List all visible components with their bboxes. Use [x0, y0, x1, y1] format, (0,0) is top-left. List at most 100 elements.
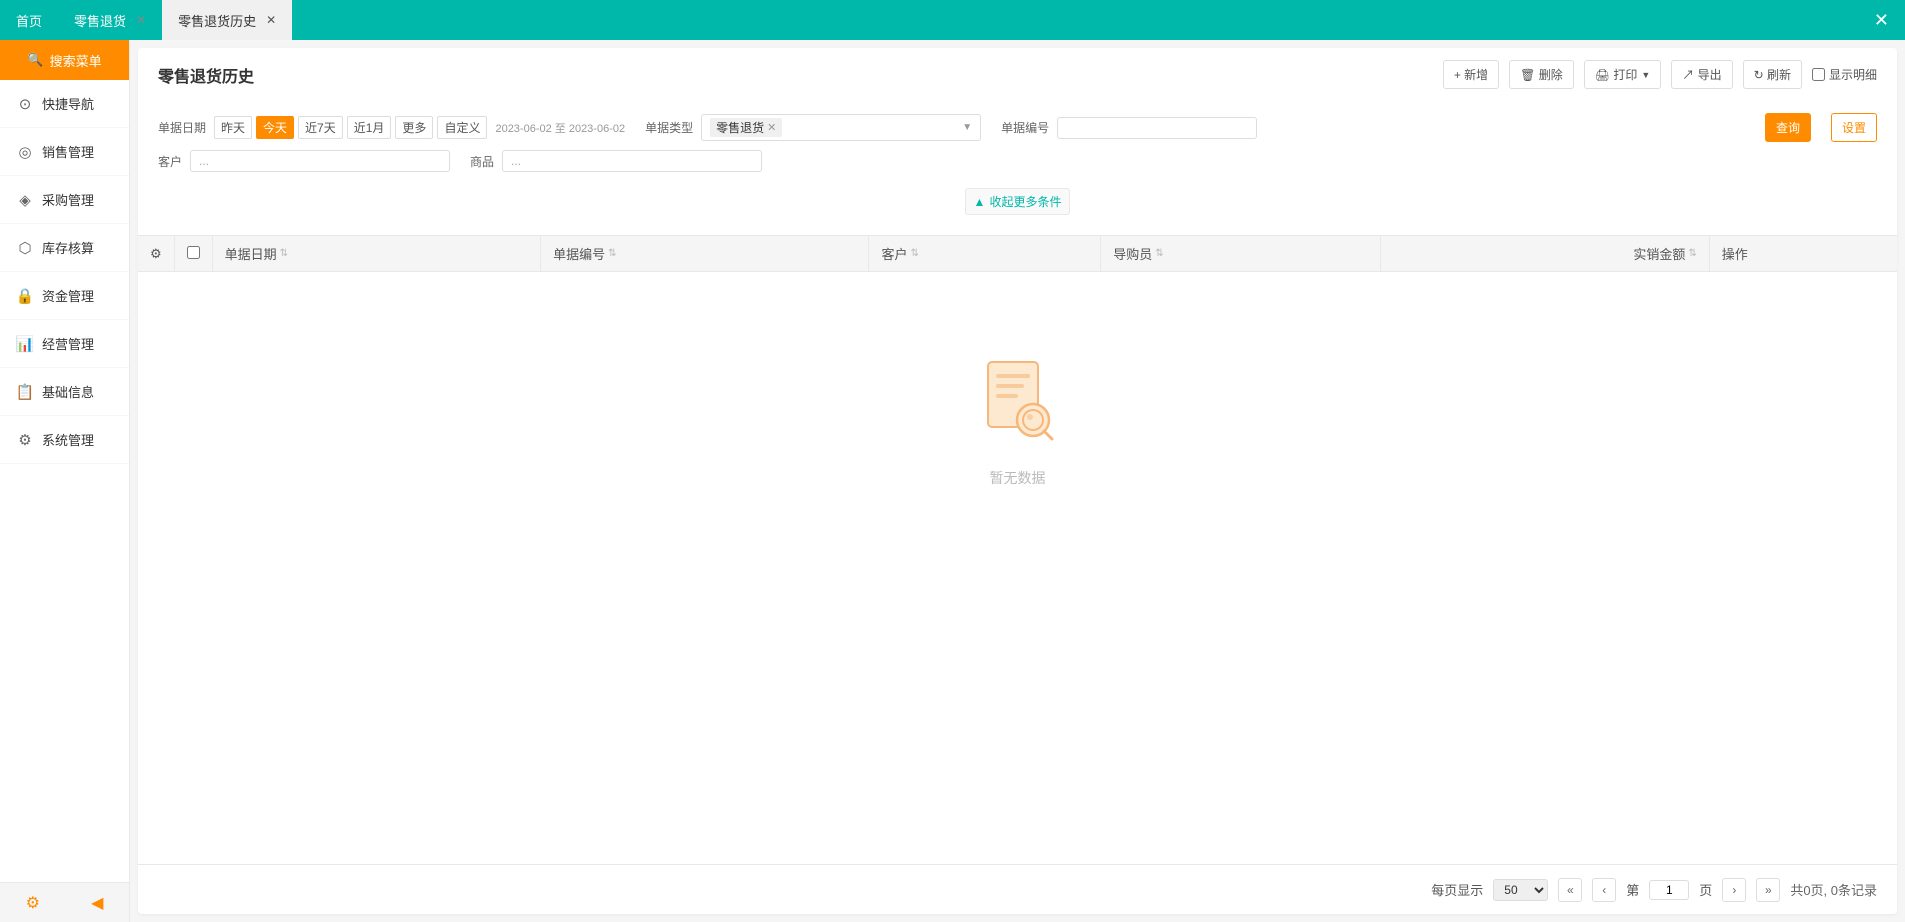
tab-return[interactable]: 零售退货 ✕ [58, 0, 162, 40]
per-page-label: 每页显示 [1431, 880, 1483, 899]
prev-page-button[interactable]: ‹ [1592, 878, 1616, 902]
date-btn-1month[interactable]: 近1月 [347, 116, 392, 139]
delete-button[interactable]: 🗑 删除 [1509, 60, 1574, 89]
refresh-button[interactable]: ↻ 刷新 [1743, 60, 1802, 89]
show-detail-label: 显示明细 [1829, 66, 1877, 83]
date-btn-more[interactable]: 更多 [395, 116, 433, 139]
col-amount: 实销金额 ⇅ [1381, 236, 1709, 272]
col-guide-label: 导购员 [1113, 244, 1152, 263]
col-date: 单据日期 ⇅ [212, 236, 540, 272]
sidebar-item-system[interactable]: ⚙ 系统管理 [0, 416, 129, 464]
col-guide: 导购员 ⇅ [1101, 236, 1381, 272]
empty-icon [968, 352, 1068, 452]
query-button[interactable]: 查询 [1765, 113, 1811, 142]
settings-button-label: 设置 [1842, 119, 1866, 136]
col-customer: 客户 ⇅ [869, 236, 1101, 272]
prev-page-icon: ‹ [1602, 883, 1606, 897]
col-customer-label: 客户 [881, 244, 907, 263]
date-btn-7days[interactable]: 近7天 [298, 116, 343, 139]
date-filter-label: 单据日期 [158, 119, 206, 136]
filter-row-2: 客户 ... 商品 ... [158, 146, 1877, 176]
sidebar-item-inventory[interactable]: ⬡ 库存核算 [0, 224, 129, 272]
number-filter-input[interactable] [1057, 117, 1257, 139]
content-inner: 零售退货历史 + 新增 🗑 删除 🖨 打印 ▼ ↗ [138, 48, 1897, 914]
date-filter-item: 单据日期 昨天 今天 近7天 近1月 更多 自定义 2023-06-02 至 2… [158, 116, 625, 139]
col-amount-sort[interactable]: 实销金额 ⇅ [1633, 244, 1696, 263]
goods-filter-label: 商品 [470, 153, 494, 170]
date-btn-custom[interactable]: 自定义 [437, 116, 487, 139]
collapse-more-button[interactable]: ▲ 收起更多条件 [965, 188, 1071, 215]
delete-button-label: 🗑 删除 [1520, 66, 1563, 83]
number-filter-item: 单据编号 [1001, 117, 1257, 139]
last-page-button[interactable]: » [1756, 878, 1780, 902]
customer-dots: ... [199, 154, 209, 168]
col-settings: ⚙ [138, 236, 174, 272]
print-button-label: 🖨 打印 [1595, 66, 1638, 83]
col-number-label: 单据编号 [553, 244, 605, 263]
sidebar-settings-icon[interactable]: ⚙ [26, 893, 40, 913]
goods-filter-select[interactable]: ... [502, 150, 762, 172]
sidebar: 🔍 搜索菜单 ⊙ 快捷导航 ◎ 销售管理 ◈ 采购管理 ⬡ 库存核算 🔒 资金 [0, 40, 130, 922]
type-filter-select[interactable]: 零售退货 ✕ ▼ [701, 114, 981, 141]
col-date-sort[interactable]: 单据日期 ⇅ [225, 244, 288, 263]
col-guide-sort[interactable]: 导购员 ⇅ [1113, 244, 1163, 263]
sidebar-search[interactable]: 🔍 搜索菜单 [0, 40, 129, 80]
collapse-up-icon: ▲ [974, 195, 986, 209]
sidebar-item-purchase[interactable]: ◈ 采购管理 [0, 176, 129, 224]
toolbar: + 新增 🗑 删除 🖨 打印 ▼ ↗ 导出 ↻ [1443, 60, 1877, 89]
first-page-icon: « [1567, 883, 1574, 897]
tab-list: 首页 零售退货 ✕ 零售退货历史 ✕ [0, 0, 1858, 40]
export-button[interactable]: ↗ 导出 [1671, 60, 1732, 89]
tab-home[interactable]: 首页 [0, 0, 58, 40]
query-button-label: 查询 [1776, 119, 1800, 136]
settings-button[interactable]: 设置 [1831, 113, 1877, 142]
table-container: ⚙ 单据日期 ⇅ [138, 236, 1897, 864]
next-page-icon: › [1732, 883, 1736, 897]
per-page-select[interactable]: 50 10 20 100 [1493, 879, 1548, 901]
column-settings-icon[interactable]: ⚙ [150, 246, 162, 261]
operation-icon: 📊 [16, 335, 34, 353]
type-tag-close[interactable]: ✕ [767, 121, 776, 134]
sidebar-item-quick-nav[interactable]: ⊙ 快捷导航 [0, 80, 129, 128]
customer-filter-select[interactable]: ... [190, 150, 450, 172]
number-filter-label: 单据编号 [1001, 119, 1049, 136]
last-page-icon: » [1765, 883, 1772, 897]
next-page-button[interactable]: › [1722, 878, 1746, 902]
print-button[interactable]: 🖨 打印 ▼ [1584, 60, 1662, 89]
empty-text: 暂无数据 [990, 468, 1046, 488]
sidebar-item-basic[interactable]: 📋 基础信息 [0, 368, 129, 416]
tab-return-history[interactable]: 零售退货历史 ✕ [162, 0, 292, 40]
col-customer-sort[interactable]: 客户 ⇅ [881, 244, 918, 263]
new-button[interactable]: + 新增 [1443, 60, 1499, 89]
page-title-row: 零售退货历史 + 新增 🗑 删除 🖨 打印 ▼ ↗ [158, 60, 1877, 89]
date-filter-buttons: 昨天 今天 近7天 近1月 更多 自定义 [214, 116, 487, 139]
first-page-button[interactable]: « [1558, 878, 1582, 902]
sidebar-collapse-icon[interactable]: ◀ [91, 893, 103, 913]
show-detail-control: 显示明细 [1812, 66, 1877, 83]
select-all-checkbox[interactable] [187, 246, 200, 259]
window-close-button[interactable]: ✕ [1858, 10, 1905, 31]
col-date-sort-icon: ⇅ [280, 248, 288, 259]
sidebar-nav: ⊙ 快捷导航 ◎ 销售管理 ◈ 采购管理 ⬡ 库存核算 🔒 资金管理 📊 经营管 [0, 80, 129, 882]
sidebar-item-operation[interactable]: 📊 经营管理 [0, 320, 129, 368]
table-header-row: ⚙ 单据日期 ⇅ [138, 236, 1897, 272]
sidebar-item-operation-label: 经营管理 [42, 334, 94, 353]
col-number-sort[interactable]: 单据编号 ⇅ [553, 244, 616, 263]
type-select-arrow: ▼ [962, 122, 972, 133]
tab-return-history-close[interactable]: ✕ [266, 13, 276, 27]
sidebar-item-finance[interactable]: 🔒 资金管理 [0, 272, 129, 320]
tab-return-close[interactable]: ✕ [136, 13, 146, 27]
type-tag-label: 零售退货 [716, 119, 764, 136]
pagination: 每页显示 50 10 20 100 « ‹ 第 页 › [138, 864, 1897, 914]
type-filter-label: 单据类型 [645, 119, 693, 136]
sidebar-item-sales[interactable]: ◎ 销售管理 [0, 128, 129, 176]
show-detail-checkbox[interactable] [1812, 68, 1825, 81]
sidebar-item-quick-nav-label: 快捷导航 [42, 94, 94, 113]
total-info: 共0页, 0条记录 [1790, 880, 1877, 899]
sidebar-item-purchase-label: 采购管理 [42, 190, 94, 209]
date-btn-today[interactable]: 今天 [256, 116, 294, 139]
page-input[interactable] [1649, 880, 1689, 900]
date-btn-yesterday[interactable]: 昨天 [214, 116, 252, 139]
new-button-label: + 新增 [1454, 66, 1488, 83]
main-layout: 🔍 搜索菜单 ⊙ 快捷导航 ◎ 销售管理 ◈ 采购管理 ⬡ 库存核算 🔒 资金 [0, 40, 1905, 922]
